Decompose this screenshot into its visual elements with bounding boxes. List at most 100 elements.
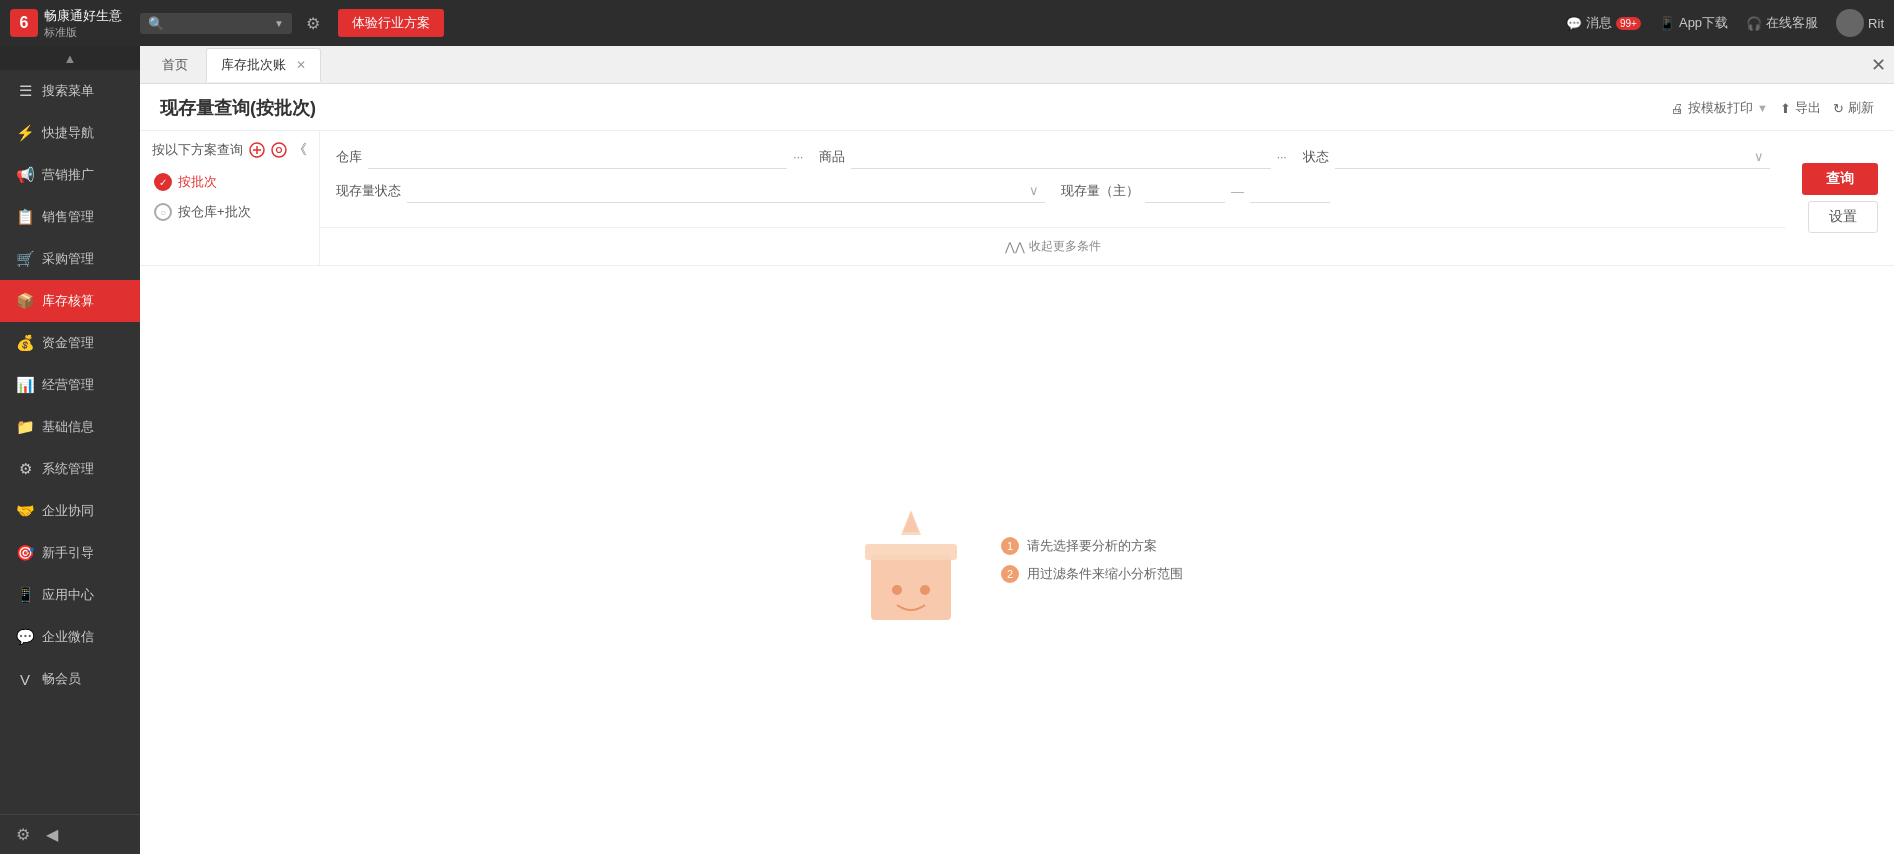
top-header: 6 畅康通好生意 标准版 🔍 ▼ ⚙ 体验行业方案 💬 消息 99+ 📱 App… bbox=[0, 0, 1894, 46]
print-dropdown-arrow[interactable]: ▼ bbox=[1757, 102, 1768, 114]
tip-1-text: 请先选择要分析的方案 bbox=[1027, 537, 1157, 555]
app-download-icon: 📱 bbox=[1659, 16, 1675, 31]
scheme-header: 按以下方案查询 《 bbox=[140, 141, 319, 167]
header-gear-button[interactable]: ⚙ bbox=[306, 14, 320, 33]
filter-settings-button[interactable]: 设置 bbox=[1808, 201, 1878, 233]
sidebar-icon-enterprise: 🤝 bbox=[16, 502, 34, 520]
warehouse-more[interactable]: ··· bbox=[793, 150, 803, 164]
sidebar-label-system: 系统管理 bbox=[42, 460, 94, 478]
warehouse-label: 仓库 bbox=[336, 148, 362, 166]
search-input[interactable] bbox=[169, 16, 269, 30]
tip-1-num: 1 bbox=[1001, 537, 1019, 555]
search-dropdown-arrow[interactable]: ▼ bbox=[274, 18, 284, 29]
stock-qty-max-input[interactable] bbox=[1250, 179, 1330, 203]
scheme-actions: 《 bbox=[249, 141, 307, 159]
scheme-item-by-warehouse-batch[interactable]: ○按仓库+批次 bbox=[140, 197, 319, 227]
trial-button[interactable]: 体验行业方案 bbox=[338, 9, 444, 37]
online-service-label: 在线客服 bbox=[1766, 14, 1818, 32]
sidebar-item-purchase[interactable]: 🛒 采购管理 bbox=[0, 238, 140, 280]
stock-status-filter: 现存量状态 ∨ bbox=[336, 179, 1045, 203]
export-button[interactable]: ⬆ 导出 bbox=[1780, 99, 1821, 117]
sidebar-icon-purchase: 🛒 bbox=[16, 250, 34, 268]
message-icon: 💬 bbox=[1566, 16, 1582, 31]
sidebar-icon-newbie: 🎯 bbox=[16, 544, 34, 562]
messages-label: 消息 bbox=[1586, 14, 1612, 32]
header-right: 💬 消息 99+ 📱 App下载 🎧 在线客服 Rit bbox=[1566, 9, 1884, 37]
add-scheme-button[interactable] bbox=[249, 142, 265, 158]
print-template-button[interactable]: 🖨 按模板打印 ▼ bbox=[1671, 99, 1768, 117]
sidebar-label-inventory: 库存核算 bbox=[42, 292, 94, 310]
sidebar-bottom: ⚙ ◀ bbox=[0, 814, 140, 854]
header-search-box[interactable]: 🔍 ▼ bbox=[140, 13, 292, 34]
query-area: 按以下方案查询 《 ✓按批次○按仓库+批次 bbox=[140, 131, 1894, 266]
empty-tip-1: 1 请先选择要分析的方案 bbox=[1001, 537, 1183, 555]
sidebar-label-appcenter: 应用中心 bbox=[42, 586, 94, 604]
empty-illustration bbox=[851, 500, 971, 620]
page-title: 现存量查询(按批次) bbox=[160, 96, 316, 120]
main-layout: ▲ ☰搜索菜单⚡快捷导航📢营销推广📋销售管理 🛒 采购管理 📦库存核算💰资金管理📊经营… bbox=[0, 46, 1894, 854]
btn-group: 查询 设置 bbox=[1786, 131, 1894, 265]
stock-qty-filter: 现存量（主） — bbox=[1061, 179, 1770, 203]
tab-close-batch-stock[interactable]: ✕ bbox=[296, 58, 306, 72]
filter-row-2: 现存量状态 ∨ 现存量（主） — bbox=[336, 179, 1770, 203]
sidebar-label-finance: 资金管理 bbox=[42, 334, 94, 352]
scheme-item-icon-by-warehouse-batch: ○ bbox=[154, 203, 172, 221]
page-actions: 🖨 按模板打印 ▼ ⬆ 导出 ↻ 刷新 bbox=[1671, 99, 1874, 117]
sidebar-icon-quicknav: ⚡ bbox=[16, 124, 34, 142]
tab-home[interactable]: 首页 bbox=[148, 48, 202, 82]
user-area[interactable]: Rit bbox=[1836, 9, 1884, 37]
sidebar-item-appcenter[interactable]: 📱应用中心 bbox=[0, 574, 140, 616]
collapse-up-icon: ⋀⋀ bbox=[1005, 240, 1025, 254]
user-name: Rit bbox=[1868, 16, 1884, 31]
product-more[interactable]: ··· bbox=[1277, 150, 1287, 164]
filter-row-1: 仓库 ··· 商品 ··· 状态 bbox=[336, 145, 1770, 169]
sidebar-item-system[interactable]: ⚙系统管理 bbox=[0, 448, 140, 490]
sidebar-label-search: 搜索菜单 bbox=[42, 82, 94, 100]
company-name: 畅康通好生意 bbox=[44, 7, 122, 25]
sidebar-item-sales[interactable]: 📋销售管理 bbox=[0, 196, 140, 238]
status-select[interactable]: ∨ bbox=[1335, 145, 1770, 169]
sidebar-scroll-up[interactable]: ▲ bbox=[0, 46, 140, 70]
sidebar-item-inventory[interactable]: 📦库存核算 bbox=[0, 280, 140, 322]
tip-2-text: 用过滤条件来缩小分析范围 bbox=[1027, 565, 1183, 583]
sidebar-item-marketing[interactable]: 📢营销推广 bbox=[0, 154, 140, 196]
online-service-btn[interactable]: 🎧 在线客服 bbox=[1746, 14, 1818, 32]
messages-btn[interactable]: 💬 消息 99+ bbox=[1566, 14, 1641, 32]
sidebar-item-finance[interactable]: 💰资金管理 bbox=[0, 322, 140, 364]
close-panel-button[interactable]: ✕ bbox=[1871, 54, 1886, 76]
sidebar-item-quicknav[interactable]: ⚡快捷导航 bbox=[0, 112, 140, 154]
sidebar-label-purchase: 采购管理 bbox=[42, 250, 94, 268]
logo-area: 6 畅康通好生意 标准版 bbox=[10, 7, 122, 40]
headset-icon: 🎧 bbox=[1746, 16, 1762, 31]
sidebar-item-search[interactable]: ☰搜索菜单 bbox=[0, 70, 140, 112]
warehouse-input[interactable] bbox=[368, 145, 787, 169]
query-button[interactable]: 查询 bbox=[1802, 163, 1878, 195]
search-icon: 🔍 bbox=[148, 16, 164, 31]
scheme-item-by-batch[interactable]: ✓按批次 bbox=[140, 167, 319, 197]
sidebar-item-operations[interactable]: 📊经营管理 bbox=[0, 364, 140, 406]
sidebar-item-wechat[interactable]: 💬企业微信 bbox=[0, 616, 140, 658]
sidebar-item-member[interactable]: V畅会员 bbox=[0, 658, 140, 700]
scheme-collapse-button[interactable]: 《 bbox=[293, 141, 307, 159]
print-label: 按模板打印 bbox=[1688, 99, 1753, 117]
scheme-header-label: 按以下方案查询 bbox=[152, 141, 243, 159]
sidebar-item-newbie[interactable]: 🎯新手引导 bbox=[0, 532, 140, 574]
scheme-settings-button[interactable] bbox=[271, 142, 287, 158]
tip-2-num: 2 bbox=[1001, 565, 1019, 583]
product-input[interactable] bbox=[851, 145, 1270, 169]
refresh-button[interactable]: ↻ 刷新 bbox=[1833, 99, 1874, 117]
sidebar-item-basic[interactable]: 📁基础信息 bbox=[0, 406, 140, 448]
logo-icon: 6 bbox=[10, 9, 38, 37]
refresh-icon: ↻ bbox=[1833, 101, 1844, 116]
sidebar-icon-sales: 📋 bbox=[16, 208, 34, 226]
collapse-more-button[interactable]: ⋀⋀ 收起更多条件 bbox=[1001, 234, 1105, 259]
stock-qty-min-input[interactable] bbox=[1145, 179, 1225, 203]
sidebar-settings-icon[interactable]: ⚙ bbox=[16, 825, 30, 844]
stock-status-dropdown-arrow: ∨ bbox=[1029, 183, 1039, 198]
sidebar-item-enterprise[interactable]: 🤝企业协同 bbox=[0, 490, 140, 532]
stock-status-select[interactable]: ∨ bbox=[407, 179, 1045, 203]
sidebar-collapse-icon[interactable]: ◀ bbox=[46, 825, 58, 844]
tab-batch-stock[interactable]: 库存批次账✕ bbox=[206, 48, 321, 82]
svg-point-8 bbox=[920, 585, 930, 595]
app-download-btn[interactable]: 📱 App下载 bbox=[1659, 14, 1728, 32]
